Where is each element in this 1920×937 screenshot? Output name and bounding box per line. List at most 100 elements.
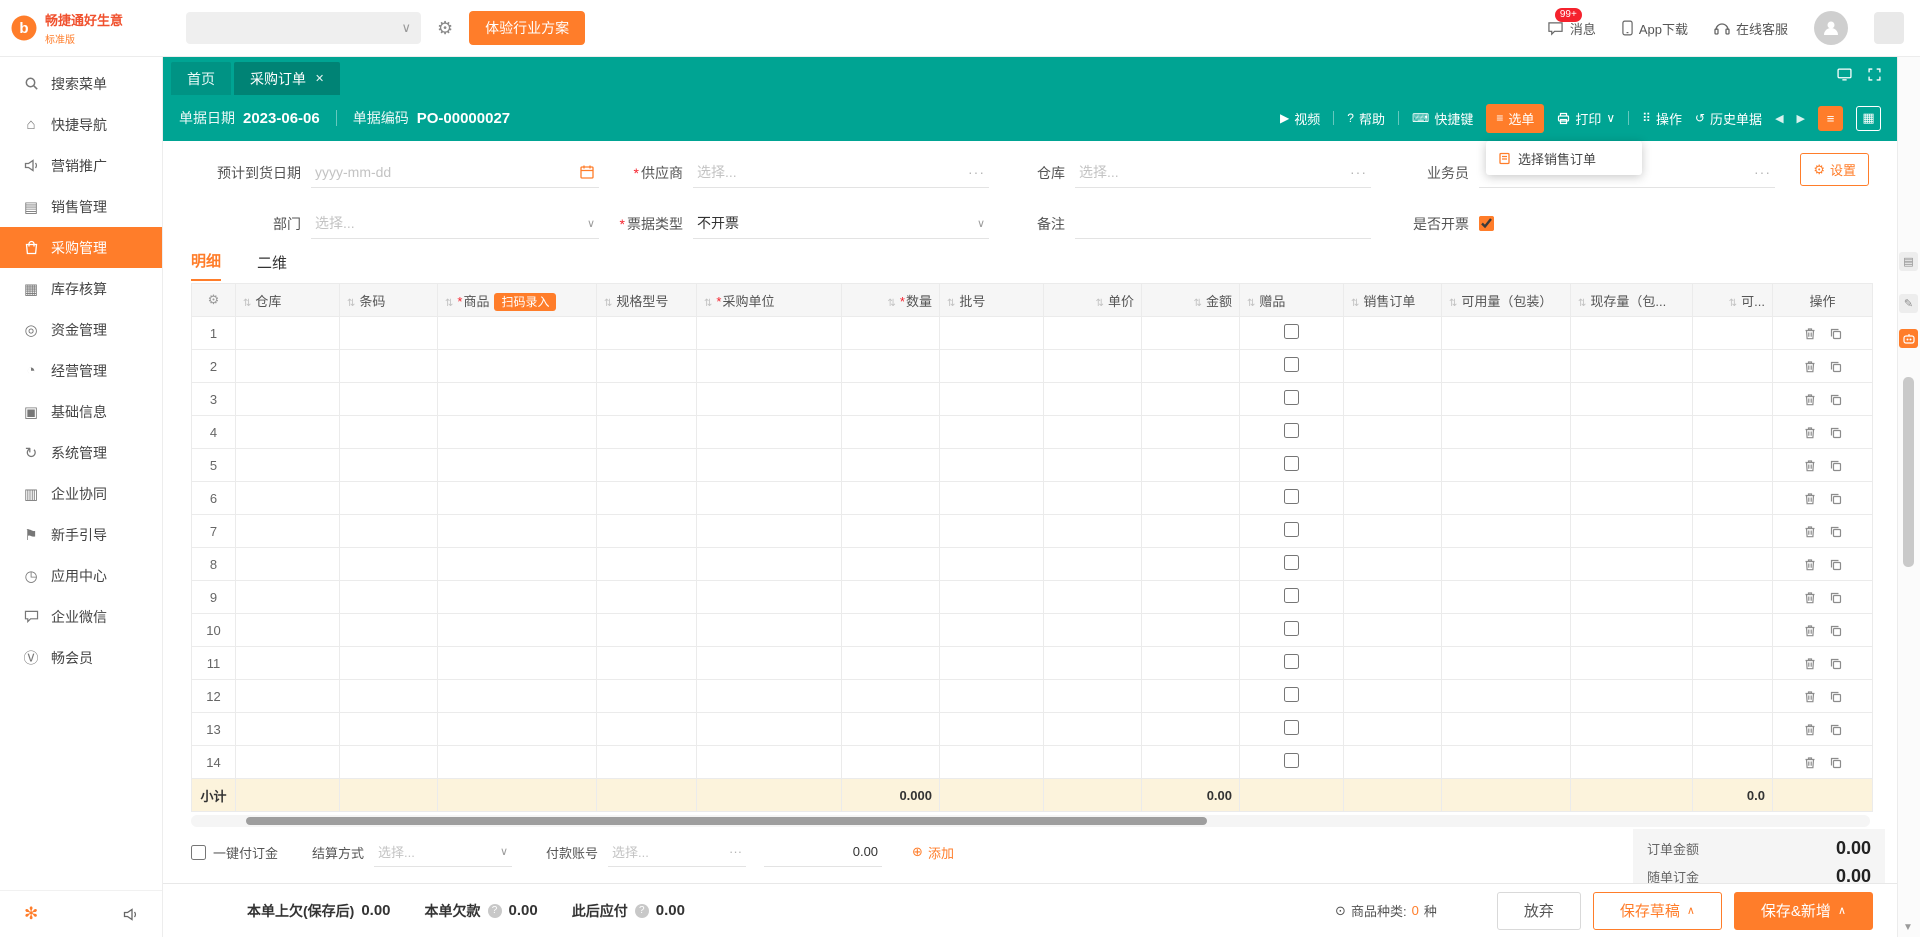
cell-unit[interactable] — [696, 415, 842, 449]
cell-warehouse[interactable] — [235, 316, 340, 350]
industry-solution-button[interactable]: 体验行业方案 — [469, 11, 586, 45]
cell-product[interactable] — [437, 712, 597, 746]
monitor-icon[interactable] — [1837, 68, 1852, 84]
cell-barcode[interactable] — [339, 382, 438, 416]
sort-icon[interactable]: ⇅ — [704, 298, 712, 309]
gift-checkbox[interactable] — [1284, 357, 1299, 372]
cell-avail[interactable] — [1692, 679, 1773, 713]
cell-qty[interactable] — [841, 745, 940, 779]
delete-row-icon[interactable] — [1803, 492, 1817, 506]
sort-icon[interactable]: ⇅ — [947, 298, 955, 309]
cell-avail[interactable] — [1692, 382, 1773, 416]
cell-product[interactable] — [437, 415, 597, 449]
cell-avail[interactable] — [1692, 316, 1773, 350]
more-icon[interactable]: ··· — [1754, 164, 1771, 180]
cell-price[interactable] — [1043, 646, 1142, 680]
calendar-icon[interactable] — [579, 164, 595, 180]
sidebar-item-purchase[interactable]: 采购管理 — [0, 227, 162, 268]
cell-warehouse[interactable] — [235, 415, 340, 449]
cell-warehouse[interactable] — [235, 745, 340, 779]
user-menu[interactable] — [1874, 12, 1904, 44]
cell-price[interactable] — [1043, 382, 1142, 416]
col-header-gift[interactable]: ⇅ 赠品 — [1239, 283, 1344, 317]
cell-qty[interactable] — [841, 646, 940, 680]
help-button[interactable]: ? 帮助 — [1347, 109, 1385, 128]
service-robot-icon[interactable] — [1899, 329, 1918, 348]
print-button[interactable]: 打印 ∨ — [1557, 109, 1615, 128]
info-icon[interactable]: ? — [487, 903, 502, 918]
feedback-icon[interactable]: ▤ — [1899, 252, 1918, 271]
cell-amount[interactable] — [1141, 415, 1240, 449]
cell-batch[interactable] — [939, 481, 1044, 515]
cell-warehouse[interactable] — [235, 679, 340, 713]
col-header-avail[interactable]: ⇅ 可... — [1692, 283, 1773, 317]
close-tab-icon[interactable]: ✕ — [315, 72, 324, 85]
cell-qty[interactable] — [841, 349, 940, 383]
cell-unit[interactable] — [696, 316, 842, 350]
save-and-new-button[interactable]: 保存&新增 ∧ — [1733, 891, 1873, 930]
cell-unit[interactable] — [696, 349, 842, 383]
copy-row-icon[interactable] — [1829, 591, 1843, 605]
warehouse-field[interactable]: 选择... ··· — [1075, 157, 1371, 188]
more-icon[interactable]: ··· — [729, 844, 742, 859]
sidebar-item-collab[interactable]: ▥ 企业协同 — [0, 473, 162, 514]
cell-price[interactable] — [1043, 712, 1142, 746]
cell-avail_pack[interactable] — [1441, 679, 1571, 713]
cell-spec[interactable] — [596, 448, 697, 482]
cell-amount[interactable] — [1141, 481, 1240, 515]
cell-unit[interactable] — [696, 448, 842, 482]
delete-row-icon[interactable] — [1803, 360, 1817, 374]
discard-button[interactable]: 放弃 — [1496, 891, 1581, 930]
hotkeys-button[interactable]: ⌨ 快捷键 — [1412, 109, 1473, 128]
grid-view-button[interactable]: ▦ — [1856, 105, 1881, 131]
cell-spec[interactable] — [596, 613, 697, 647]
cell-warehouse[interactable] — [235, 580, 340, 614]
cell-sale_order[interactable] — [1343, 481, 1442, 515]
cell-unit[interactable] — [696, 646, 842, 680]
cell-barcode[interactable] — [339, 349, 438, 383]
cell-product[interactable] — [437, 547, 597, 581]
delete-row-icon[interactable] — [1803, 459, 1817, 473]
delete-row-icon[interactable] — [1803, 591, 1817, 605]
invoice-checkbox[interactable] — [1479, 216, 1494, 231]
operations-button[interactable]: ⠿ 操作 — [1642, 109, 1682, 128]
cell-barcode[interactable] — [339, 415, 438, 449]
cell-avail[interactable] — [1692, 481, 1773, 515]
cell-sale_order[interactable] — [1343, 382, 1442, 416]
prev-doc-button[interactable]: ◀ — [1775, 112, 1783, 125]
cell-batch[interactable] — [939, 448, 1044, 482]
cell-barcode[interactable] — [339, 613, 438, 647]
department-select[interactable]: 选择... ∨ — [311, 208, 599, 239]
cell-barcode[interactable] — [339, 580, 438, 614]
bill-type-select[interactable]: 不开票 ∨ — [693, 208, 989, 239]
cell-barcode[interactable] — [339, 646, 438, 680]
copy-row-icon[interactable] — [1829, 657, 1843, 671]
cell-spec[interactable] — [596, 580, 697, 614]
cell-price[interactable] — [1043, 745, 1142, 779]
cell-product[interactable] — [437, 646, 597, 680]
gift-checkbox[interactable] — [1284, 588, 1299, 603]
copy-row-icon[interactable] — [1829, 690, 1843, 704]
more-icon[interactable]: ··· — [1350, 164, 1367, 180]
gift-checkbox[interactable] — [1284, 720, 1299, 735]
cell-spec[interactable] — [596, 679, 697, 713]
cell-avail_pack[interactable] — [1441, 745, 1571, 779]
cell-amount[interactable] — [1141, 382, 1240, 416]
cell-qty[interactable] — [841, 448, 940, 482]
cell-sale_order[interactable] — [1343, 613, 1442, 647]
cell-price[interactable] — [1043, 514, 1142, 548]
cell-amount[interactable] — [1141, 646, 1240, 680]
cell-spec[interactable] — [596, 712, 697, 746]
one-click-deposit[interactable]: 一键付订金 — [191, 843, 278, 862]
video-button[interactable]: ▶ 视频 — [1280, 109, 1320, 128]
cell-unit[interactable] — [696, 547, 842, 581]
cell-avail[interactable] — [1692, 514, 1773, 548]
cell-qty[interactable] — [841, 382, 940, 416]
avatar[interactable] — [1814, 11, 1848, 45]
cell-batch[interactable] — [939, 580, 1044, 614]
cell-batch[interactable] — [939, 547, 1044, 581]
cell-avail_pack[interactable] — [1441, 382, 1571, 416]
cell-unit[interactable] — [696, 745, 842, 779]
delete-row-icon[interactable] — [1803, 426, 1817, 440]
cell-avail[interactable] — [1692, 547, 1773, 581]
